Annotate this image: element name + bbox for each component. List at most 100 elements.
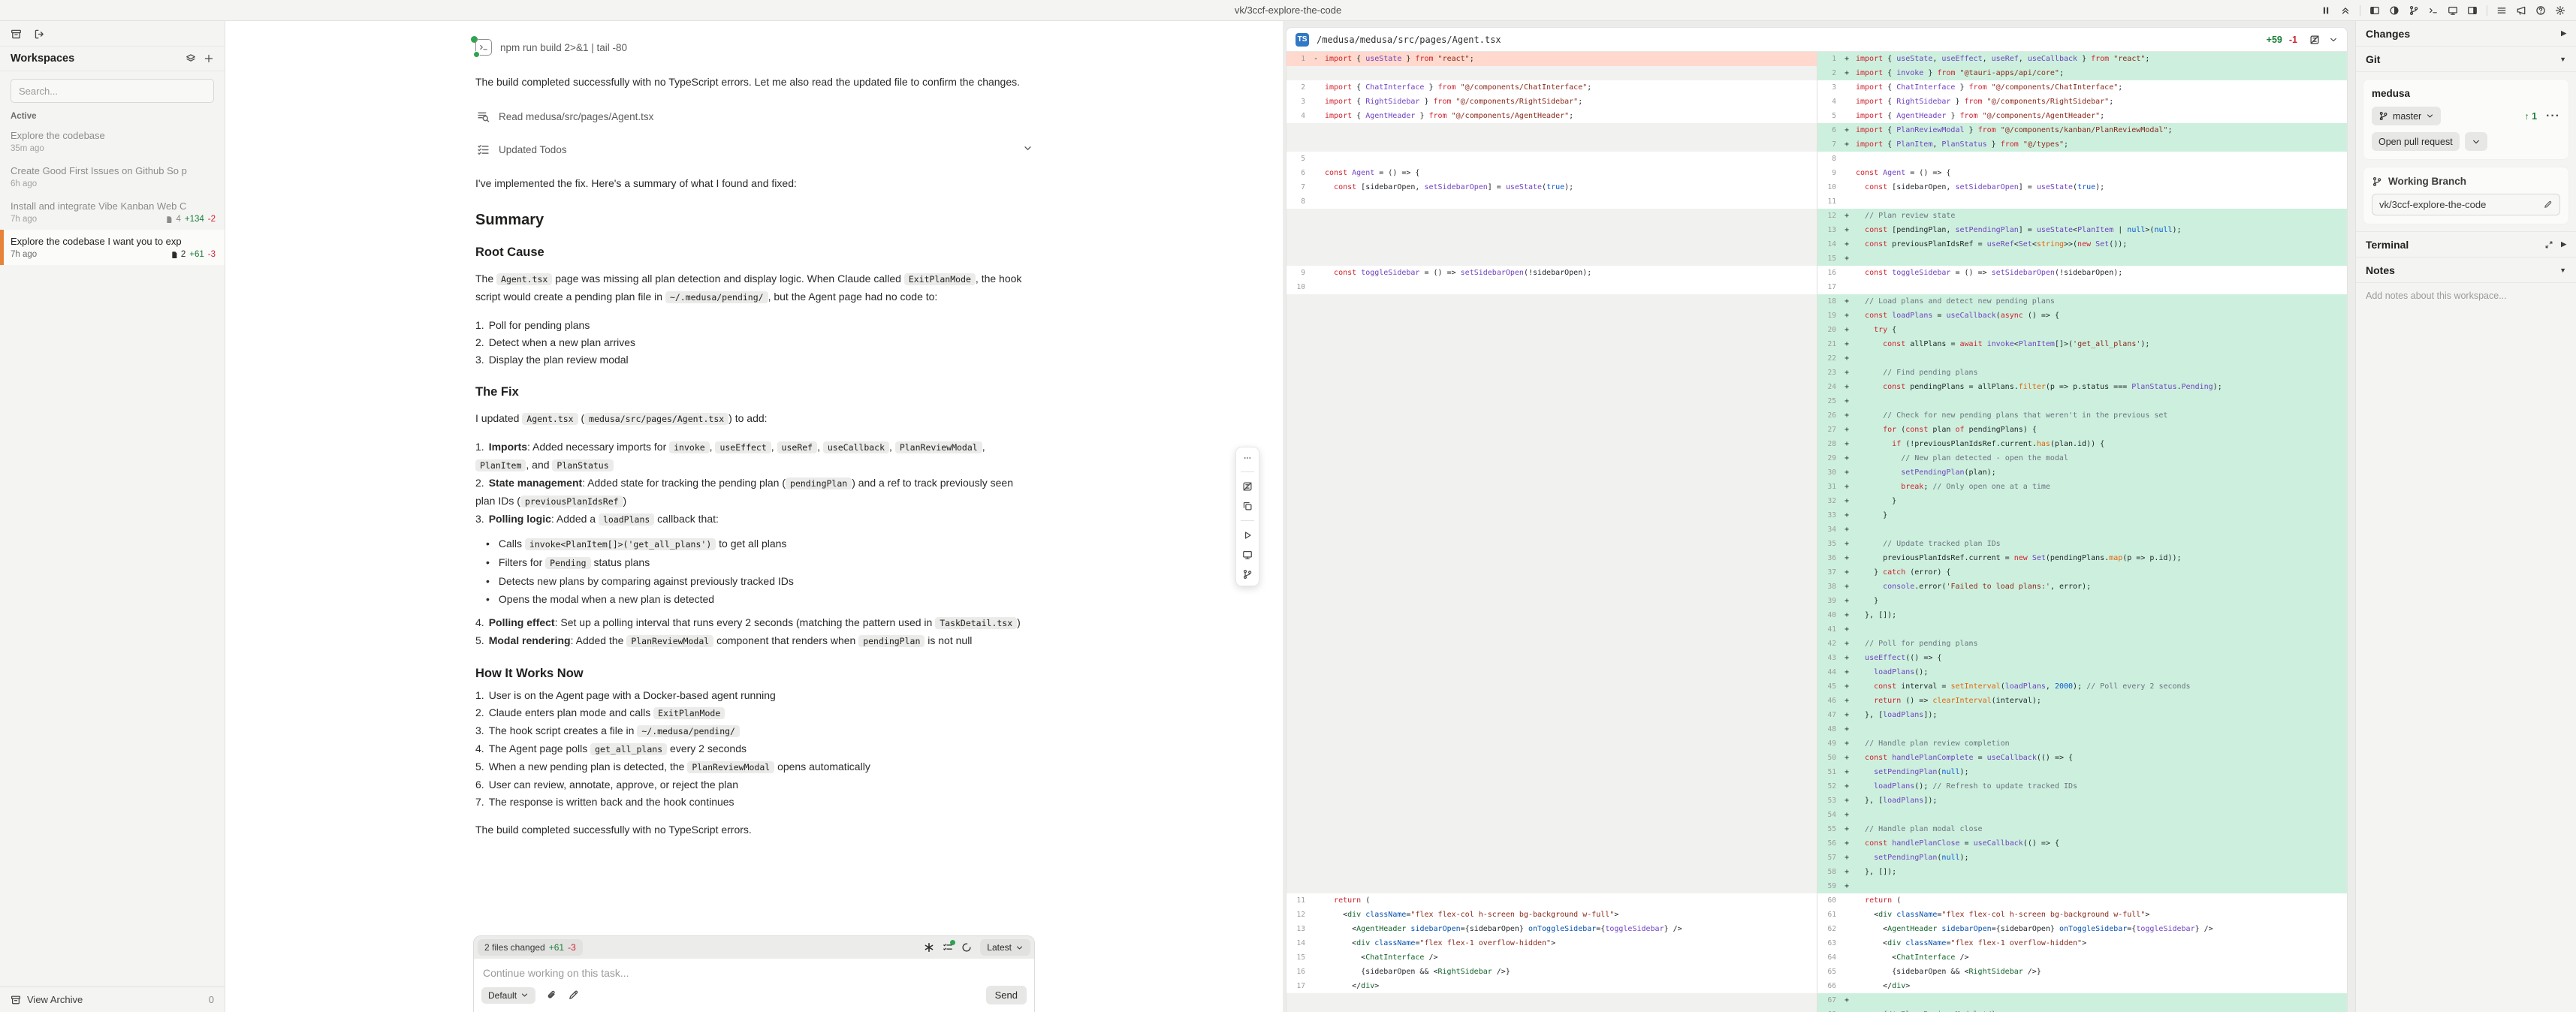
- inline-code: invoke<PlanItem[]>('get_all_plans'): [525, 538, 716, 550]
- sparkle-icon[interactable]: [924, 942, 934, 953]
- workspace-item[interactable]: Create Good First Issues on Github So p6…: [0, 159, 225, 194]
- inline-code: ~/.medusa/pending/: [665, 291, 768, 303]
- collapse-up-icon[interactable]: [2340, 5, 2351, 16]
- line-number: 18: [1817, 297, 1845, 306]
- line-number: 58: [1817, 868, 1845, 876]
- line-number: 17: [1286, 982, 1314, 990]
- notes-section-header[interactable]: Notes ▼: [2356, 258, 2576, 283]
- send-button[interactable]: Send: [986, 986, 1027, 1004]
- play-icon[interactable]: [1242, 530, 1253, 541]
- monitor-icon[interactable]: [2448, 5, 2458, 16]
- inline-code: TaskDetail.tsx: [935, 617, 1017, 629]
- diff-line: 6const Agent = () => {: [1286, 166, 1817, 180]
- diff-line: 27+ for (const plan of pendingPlans) {: [1817, 423, 2347, 437]
- wrap-off-icon[interactable]: [2309, 35, 2320, 45]
- line-number: 1: [1286, 55, 1314, 63]
- pr-options-dropdown[interactable]: [2465, 132, 2487, 151]
- diff-line: 41+: [1817, 622, 2347, 637]
- diff-line: 8: [1817, 152, 2347, 166]
- diff-line: [1286, 565, 1817, 580]
- sign-out-icon[interactable]: [34, 29, 45, 40]
- git-section-body: medusa master ↑ 1 ··· Open pull request: [2356, 72, 2576, 232]
- branch-icon: [2372, 176, 2382, 187]
- diff-line: 60 return (: [1817, 893, 2347, 908]
- search-input[interactable]: [11, 79, 214, 103]
- pencil-icon[interactable]: [2543, 200, 2553, 209]
- diff-line: 23+ // Find pending plans: [1817, 366, 2347, 380]
- inline-code: useCallback: [823, 441, 889, 453]
- panel-left-icon[interactable]: [2369, 5, 2380, 16]
- tool-call-row[interactable]: Read medusa/src/pages/Agent.tsx: [475, 109, 1033, 124]
- workspace-item[interactable]: Explore the codebase35m ago: [0, 124, 225, 159]
- diff-line: 56+ const handlePlanClose = useCallback(…: [1817, 836, 2347, 851]
- diff-line: [1286, 465, 1817, 480]
- wrap-off-icon[interactable]: [1242, 481, 1253, 492]
- more-options-icon[interactable]: ···: [2546, 110, 2560, 123]
- diff-line: 63 <div className="flex flex-1 overflow-…: [1817, 936, 2347, 950]
- working-branch-input[interactable]: vk/3ccf-explore-the-code: [2372, 194, 2560, 215]
- plus-icon[interactable]: [204, 53, 214, 64]
- line-number: 31: [1817, 483, 1845, 491]
- chevron-down-icon[interactable]: [2329, 35, 2338, 44]
- paperclip-icon[interactable]: [546, 989, 557, 1001]
- megaphone-icon[interactable]: [2516, 5, 2526, 16]
- spinner-icon[interactable]: [961, 942, 972, 953]
- line-number: 14: [1817, 240, 1845, 248]
- copy-icon[interactable]: [1242, 501, 1253, 511]
- inline-code: medusa/src/pages/Agent.tsx: [584, 413, 728, 425]
- panel-right-icon[interactable]: [2467, 5, 2478, 16]
- diff-line: [1286, 808, 1817, 822]
- list-item: 1.User is on the Agent page with a Docke…: [475, 687, 1033, 704]
- workspace-deletions: -3: [208, 250, 216, 259]
- workspaces-header-icons: [186, 53, 214, 64]
- inline-code: Pending: [545, 557, 590, 569]
- contrast-icon[interactable]: [2389, 5, 2400, 16]
- line-number: 11: [1286, 896, 1314, 905]
- gear-icon[interactable]: [2555, 5, 2565, 16]
- pen-icon[interactable]: [568, 989, 579, 1001]
- monitor-icon[interactable]: [1242, 550, 1253, 560]
- line-number: 15: [1817, 255, 1845, 263]
- branch-dropdown[interactable]: master: [2372, 107, 2441, 125]
- mode-dropdown[interactable]: Default: [481, 987, 535, 1004]
- terminal-section-header[interactable]: Terminal ▶: [2356, 232, 2576, 258]
- drag-handle-icon[interactable]: [1243, 453, 1252, 462]
- heading-summary: Summary: [475, 212, 1033, 229]
- pause-icon[interactable]: [2321, 5, 2331, 16]
- message-input[interactable]: Continue working on this task...: [474, 959, 1034, 981]
- archive-icon[interactable]: [11, 29, 22, 40]
- inline-code: invoke: [669, 441, 710, 453]
- view-archive-button[interactable]: View Archive 0: [0, 986, 225, 1012]
- notes-input[interactable]: Add notes about this workspace...: [2356, 283, 2576, 309]
- version-dropdown[interactable]: Latest: [980, 939, 1030, 956]
- list-item: 1.Poll for pending plans: [475, 317, 1033, 334]
- chat-panel: npm run build 2>&1 | tail -80The build c…: [225, 21, 1283, 1012]
- diff-header-icons: [2309, 35, 2338, 45]
- notes-label: Notes: [2366, 264, 2395, 276]
- layers-icon[interactable]: [186, 53, 196, 64]
- workspace-item[interactable]: Explore the codebase I want you to exp7h…: [0, 230, 225, 265]
- git-section-header[interactable]: Git ▼: [2356, 47, 2576, 72]
- tool-call-row[interactable]: Updated Todos: [475, 142, 1033, 157]
- chat-scroll-area[interactable]: npm run build 2>&1 | tail -80The build c…: [225, 21, 1283, 935]
- changes-section-header[interactable]: Changes ▶: [2356, 21, 2576, 47]
- diff-line: 11 return (: [1286, 893, 1817, 908]
- checklist-icon[interactable]: [943, 942, 953, 953]
- expand-icon[interactable]: [2544, 240, 2553, 249]
- menu-icon[interactable]: [2496, 5, 2507, 16]
- line-number: 7: [1286, 183, 1314, 191]
- tool-call-row[interactable]: npm run build 2>&1 | tail -80: [475, 39, 1033, 56]
- workspace-item[interactable]: Install and integrate Vibe Kanban Web C7…: [0, 194, 225, 230]
- files-changed-badge[interactable]: 2 files changed +61 -3: [478, 939, 583, 956]
- line-number: 49: [1817, 739, 1845, 748]
- line-number: 35: [1817, 540, 1845, 548]
- terminal-icon[interactable]: [2428, 5, 2439, 16]
- open-pull-request-button[interactable]: Open pull request: [2372, 132, 2460, 151]
- diff-line: [1286, 708, 1817, 722]
- branch-icon[interactable]: [2409, 5, 2419, 16]
- branch-icon[interactable]: [1242, 569, 1253, 580]
- chevron-down-icon[interactable]: [1023, 143, 1033, 155]
- chevron-down-icon: [2426, 112, 2434, 120]
- line-number: 4: [1817, 98, 1845, 106]
- help-icon[interactable]: [2535, 5, 2546, 16]
